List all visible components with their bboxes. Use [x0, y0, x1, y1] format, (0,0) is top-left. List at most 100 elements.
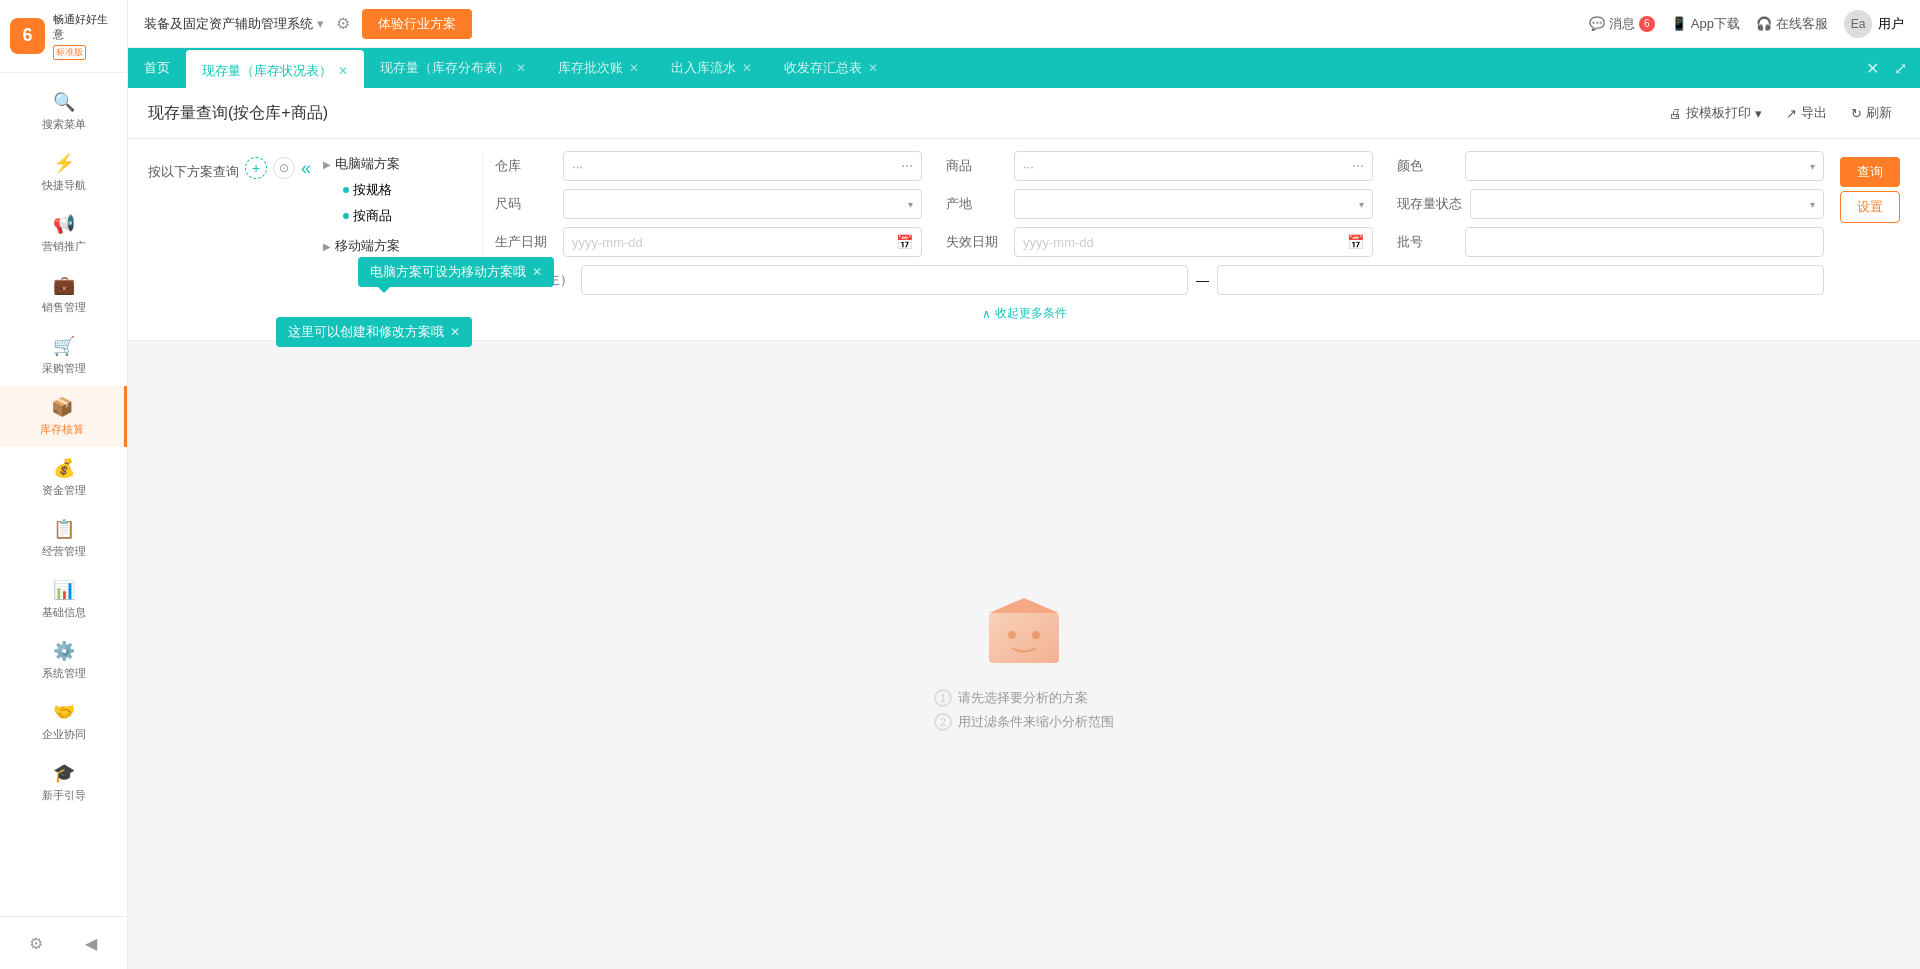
goods-more-icon: ⋯ [1352, 159, 1364, 173]
filter-controls: + ⊙ « [245, 157, 311, 179]
user-info[interactable]: Ea 用户 [1844, 10, 1904, 38]
origin-arrow-icon: ▾ [1359, 199, 1364, 210]
origin-select[interactable]: ▾ [1014, 189, 1373, 219]
expiry-date-input[interactable]: yyyy-mm-dd 📅 [1014, 227, 1373, 257]
sidebar-item-basic[interactable]: 📊 基础信息 [0, 569, 127, 630]
warehouse-input[interactable]: ··· ⋯ [563, 151, 922, 181]
hint-text-1: 请先选择要分析的方案 [958, 689, 1088, 707]
copy-tooltip-close[interactable]: ✕ [532, 265, 542, 279]
batch-no-label: 批号 [1397, 233, 1457, 251]
filter-field-prod-date: 生产日期 yyyy-mm-dd 📅 [495, 227, 922, 257]
export-btn[interactable]: ↗ 导出 [1778, 100, 1835, 126]
sidebar-item-guide[interactable]: 🎓 新手引导 [0, 752, 127, 813]
tab-close-in-out-flow[interactable]: ✕ [742, 61, 752, 75]
sidebar-collapse-btn[interactable]: ◀ [77, 929, 105, 957]
tab-close-batch-ledger[interactable]: ✕ [629, 61, 639, 75]
origin-label: 产地 [946, 195, 1006, 213]
filter-arrow-btn[interactable]: « [301, 158, 311, 179]
close-all-tabs-btn[interactable]: ✕ [1860, 56, 1884, 80]
refresh-btn[interactable]: ↻ 刷新 [1843, 100, 1900, 126]
edit-tooltip-close[interactable]: ✕ [450, 325, 460, 339]
tab-close-receive-send[interactable]: ✕ [868, 61, 878, 75]
tab-inventory-status[interactable]: 现存量（库存状况表） ✕ [186, 50, 364, 90]
tab-receive-send[interactable]: 收发存汇总表 ✕ [768, 48, 894, 88]
gear-icon[interactable]: ⚙ [336, 14, 350, 33]
sub-scheme-by-spec[interactable]: 按规格 [323, 177, 470, 203]
notification-btn[interactable]: 💬 消息 6 [1589, 15, 1655, 33]
print-dropdown-icon[interactable]: ▾ [1755, 106, 1762, 121]
sidebar-item-quick-nav[interactable]: ⚡ 快捷导航 [0, 142, 127, 203]
stock-qty-sep: — [1196, 273, 1209, 288]
query-button[interactable]: 查询 [1840, 157, 1900, 187]
expand-tabs-btn[interactable]: ⤢ [1888, 56, 1912, 80]
sub-scheme-dot-spec [343, 187, 349, 193]
quick-nav-icon: ⚡ [53, 152, 75, 174]
filter-row-1: 仓库 ··· ⋯ 商品 ··· ⋯ [495, 151, 1824, 181]
tab-home[interactable]: 首页 [128, 48, 186, 88]
sidebar-item-operation[interactable]: 📋 经营管理 [0, 508, 127, 569]
app-download-btn[interactable]: 📱 App下载 [1671, 15, 1740, 33]
sub-scheme-by-goods[interactable]: 按商品 [323, 203, 470, 229]
color-select[interactable]: ▾ [1465, 151, 1824, 181]
filter-add-btn[interactable]: + [245, 157, 267, 179]
tab-label-inventory-status: 现存量（库存状况表） [202, 62, 332, 80]
expiry-date-calendar-icon[interactable]: 📅 [1347, 234, 1364, 250]
prod-date-placeholder: yyyy-mm-dd [572, 235, 643, 250]
size-select[interactable]: ▾ [563, 189, 922, 219]
prod-date-label: 生产日期 [495, 233, 555, 251]
filter-copy-btn[interactable]: ⊙ [273, 157, 295, 179]
online-support-btn[interactable]: 🎧 在线客服 [1756, 15, 1828, 33]
query-buttons: 查询 设置 [1840, 157, 1900, 223]
search-icon: 🔍 [53, 91, 75, 113]
sidebar-item-sales[interactable]: 💼 销售管理 [0, 264, 127, 325]
sidebar-item-search[interactable]: 🔍 搜索菜单 [0, 81, 127, 142]
main-area: 装备及固定资产辅助管理系统 ▾ ⚙ 体验行业方案 💬 消息 6 📱 App下载 … [128, 0, 1920, 969]
logo-badge: 标准版 [53, 45, 86, 60]
tab-inventory-dist[interactable]: 现存量（库存分布表） ✕ [364, 48, 542, 88]
stock-qty-max-input[interactable] [1217, 265, 1824, 295]
collapse-up-icon: ∧ [982, 307, 991, 321]
sidebar-label-operation: 经营管理 [42, 544, 86, 559]
filter-field-color: 颜色 ▾ [1397, 151, 1824, 181]
sidebar-item-system[interactable]: ⚙️ 系统管理 [0, 630, 127, 691]
sidebar-settings-btn[interactable]: ⚙ [22, 929, 50, 957]
prod-date-input[interactable]: yyyy-mm-dd 📅 [563, 227, 922, 257]
scheme-item-pc[interactable]: ▶ 电脑端方案 [323, 151, 470, 177]
svg-point-2 [1032, 631, 1040, 639]
dropdown-arrow-icon[interactable]: ▾ [317, 16, 324, 31]
reset-button[interactable]: 设置 [1840, 191, 1900, 223]
sidebar-item-enterprise[interactable]: 🤝 企业协同 [0, 691, 127, 752]
prod-date-calendar-icon[interactable]: 📅 [896, 234, 913, 250]
phone-icon: 📱 [1671, 16, 1687, 31]
sales-icon: 💼 [53, 274, 75, 296]
app-download-label: App下载 [1691, 15, 1740, 33]
stock-status-select[interactable]: ▾ [1470, 189, 1824, 219]
hint-circle-2: 2 [934, 713, 952, 731]
sidebar-label-guide: 新手引导 [42, 788, 86, 803]
sub-scheme-dot-goods [343, 213, 349, 219]
sidebar-label-basic: 基础信息 [42, 605, 86, 620]
finance-icon: 💰 [53, 457, 75, 479]
goods-input[interactable]: ··· ⋯ [1014, 151, 1373, 181]
print-btn[interactable]: 🖨 按模板打印 ▾ [1661, 100, 1770, 126]
filter-field-origin: 产地 ▾ [946, 189, 1373, 219]
sidebar-label-search: 搜索菜单 [42, 117, 86, 132]
sidebar-item-marketing[interactable]: 📢 营销推广 [0, 203, 127, 264]
trial-button[interactable]: 体验行业方案 [362, 9, 472, 39]
sidebar-item-purchase[interactable]: 🛒 采购管理 [0, 325, 127, 386]
sidebar-item-inventory[interactable]: 📦 库存核算 [0, 386, 127, 447]
sidebar-item-finance[interactable]: 💰 资金管理 [0, 447, 127, 508]
warehouse-label: 仓库 [495, 157, 555, 175]
tab-in-out-flow[interactable]: 出入库流水 ✕ [655, 48, 768, 88]
tab-close-inventory-status[interactable]: ✕ [338, 64, 348, 78]
copy-tooltip: 电脑方案可设为移动方案哦 ✕ [358, 257, 554, 287]
filter-field-warehouse: 仓库 ··· ⋯ [495, 151, 922, 181]
tab-actions: ✕ ⤢ [1852, 56, 1920, 80]
notification-label: 消息 [1609, 15, 1635, 33]
stock-qty-min-input[interactable] [581, 265, 1188, 295]
filter-field-batch-no: 批号 [1397, 227, 1824, 257]
batch-no-input[interactable] [1465, 227, 1824, 257]
tab-batch-ledger[interactable]: 库存批次账 ✕ [542, 48, 655, 88]
tab-close-inventory-dist[interactable]: ✕ [516, 61, 526, 75]
scheme-item-mobile[interactable]: ▶ 移动端方案 [323, 233, 470, 259]
